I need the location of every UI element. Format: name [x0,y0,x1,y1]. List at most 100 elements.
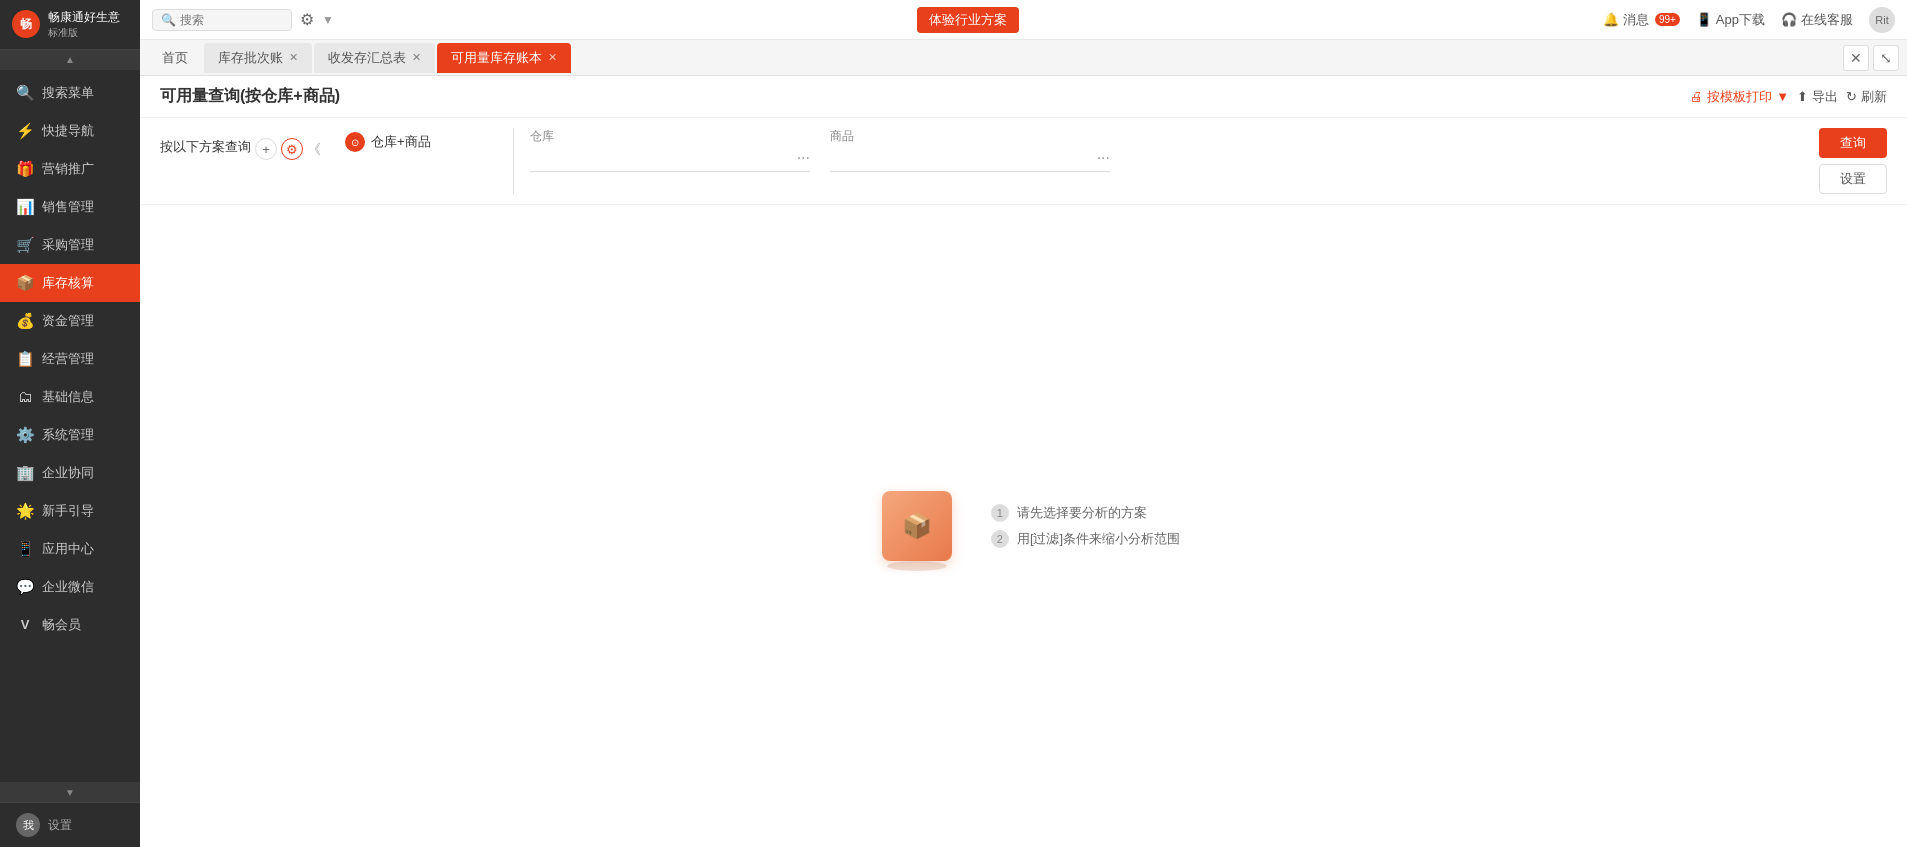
sidebar-item-label: 应用中心 [42,540,94,558]
sidebar-item-label: 畅会员 [42,616,81,634]
topbar-search-box[interactable]: 🔍 [152,9,292,31]
scheme-icon: ⊙ [345,132,365,152]
warehouse-more-btn[interactable]: ··· [797,149,810,167]
tab-home[interactable]: 首页 [148,43,202,73]
content-area: 可用量查询(按仓库+商品) 🖨 按模板打印 ▼ ⬆ 导出 ↻ 刷新 [140,76,1907,847]
empty-face-icon: 📦 [902,512,932,540]
brand-sub: 标准版 [48,26,120,39]
sidebar-scroll-up[interactable]: ▲ [0,50,140,70]
cart-icon: 🛒 [16,236,34,254]
sidebar-item-system[interactable]: ⚙️ 系统管理 [0,416,140,454]
page-title: 可用量查询(按仓库+商品) [160,86,340,107]
product-input[interactable] [830,151,1093,166]
field-product-label: 商品 [830,128,1110,145]
warehouse-input[interactable] [530,151,793,166]
sidebar-item-member[interactable]: V 畅会员 [0,606,140,644]
empty-box: 📦 [882,491,952,561]
sidebar-item-label: 库存核算 [42,274,94,292]
sidebar-item-sales[interactable]: 📊 销售管理 [0,188,140,226]
tab-available[interactable]: 可用量库存账本 ✕ [437,43,571,73]
filter-label: 按以下方案查询 + ⚙ 《 [160,128,321,160]
collapse-filter-btn[interactable]: 《 [307,135,321,159]
gear-icon: ⚙️ [16,426,34,444]
tab-batch[interactable]: 库存批次账 ✕ [204,43,312,73]
tab-available-label: 可用量库存账本 [451,49,542,67]
sidebar-item-label: 搜索菜单 [42,84,94,102]
product-more-btn[interactable]: ··· [1097,149,1110,167]
member-icon: V [16,617,34,632]
page-header-actions: 🖨 按模板打印 ▼ ⬆ 导出 ↻ 刷新 [1690,88,1887,106]
sidebar-item-wechat[interactable]: 💬 企业微信 [0,568,140,606]
tab-batch-label: 库存批次账 [218,49,283,67]
tab-batch-close[interactable]: ✕ [289,51,298,64]
scheme-item-warehouse-product[interactable]: ⊙ 仓库+商品 [337,128,497,156]
search-input[interactable] [180,13,280,27]
online-service-btn[interactable]: 🎧 在线客服 [1781,11,1853,29]
sidebar-item-finance[interactable]: 💰 资金管理 [0,302,140,340]
search-icon: 🔍 [16,84,34,102]
app-download-btn[interactable]: 📱 App下载 [1696,11,1765,29]
dropdown-arrow-icon[interactable]: ▼ [322,13,334,27]
sidebar-item-marketing[interactable]: 🎁 营销推广 [0,150,140,188]
settings-btn[interactable]: 设置 [1819,164,1887,194]
user-profile-btn[interactable]: Rit [1869,7,1895,33]
messages-label: 消息 [1623,11,1649,29]
sidebar-item-purchase[interactable]: 🛒 采购管理 [0,226,140,264]
filter-schemes: ⊙ 仓库+商品 [337,128,497,156]
folder-icon: 🗂 [16,388,34,405]
sidebar-item-search[interactable]: 🔍 搜索菜单 [0,74,140,112]
export-btn[interactable]: ⬆ 导出 [1797,88,1838,106]
field-product-input-wrap: ··· [830,149,1110,172]
template-print-btn[interactable]: 🖨 按模板打印 ▼ [1690,88,1789,106]
industry-btn[interactable]: 体验行业方案 [917,7,1019,33]
sidebar-item-quicknav[interactable]: ⚡ 快捷导航 [0,112,140,150]
maximize-btn[interactable]: ⤡ [1873,45,1899,71]
tab-collection-label: 收发存汇总表 [328,49,406,67]
sidebar-item-label: 企业微信 [42,578,94,596]
field-warehouse-label: 仓库 [530,128,810,145]
sidebar-item-operations[interactable]: 📋 经营管理 [0,340,140,378]
user-avatar: Rit [1869,7,1895,33]
query-btn[interactable]: 查询 [1819,128,1887,158]
empty-state: 📦 1 请先选择要分析的方案 2 用[过滤]条件来缩小分析范围 [140,205,1907,847]
sidebar-item-label: 经营管理 [42,350,94,368]
sidebar-item-label: 采购管理 [42,236,94,254]
sidebar-item-appcenter[interactable]: 📱 应用中心 [0,530,140,568]
sidebar: 畅 畅康通好生意 标准版 ▲ 🔍 搜索菜单 ⚡ 快捷导航 🎁 营销推广 📊 销售… [0,0,140,847]
filter-field-product: 商品 ··· [830,128,1110,172]
tab-collection-close[interactable]: ✕ [412,51,421,64]
tab-home-label: 首页 [162,49,188,67]
refresh-btn[interactable]: ↻ 刷新 [1846,88,1887,106]
quicknav-icon: ⚡ [16,122,34,140]
filter-icons: + ⚙ [255,134,303,160]
empty-hint-2: 2 用[过滤]条件来缩小分析范围 [991,526,1180,552]
sidebar-item-label: 基础信息 [42,388,94,406]
sidebar-item-label: 快捷导航 [42,122,94,140]
scheme-settings-btn[interactable]: ⚙ [281,138,303,160]
search-icon: 🔍 [161,13,176,27]
sidebar-footer[interactable]: 我 设置 [0,802,140,847]
tab-available-close[interactable]: ✕ [548,51,557,64]
topbar-right: 🔔 消息 99+ 📱 App下载 🎧 在线客服 Rit [1603,7,1895,33]
settings-icon[interactable]: ⚙ [300,10,314,29]
tabbar: 首页 库存批次账 ✕ 收发存汇总表 ✕ 可用量库存账本 ✕ ✕ ⤡ [140,40,1907,76]
tab-collection[interactable]: 收发存汇总表 ✕ [314,43,435,73]
empty-hint-1: 1 请先选择要分析的方案 [991,500,1180,526]
sidebar-item-label: 新手引导 [42,502,94,520]
close-all-btn[interactable]: ✕ [1843,45,1869,71]
sidebar-scroll-down[interactable]: ▼ [0,782,140,802]
messages-badge: 99+ [1655,13,1680,26]
online-service-label: 在线客服 [1801,11,1853,29]
filter-field-warehouse: 仓库 ··· [530,128,810,172]
sidebar-item-enterprise[interactable]: 🏢 企业协同 [0,454,140,492]
filter-actions: 查询 设置 [1819,128,1887,194]
empty-shadow [887,561,947,571]
mobile-icon: 📱 [1696,12,1712,27]
messages-btn[interactable]: 🔔 消息 99+ [1603,11,1680,29]
sidebar-item-newguide[interactable]: 🌟 新手引导 [0,492,140,530]
sidebar-item-basic[interactable]: 🗂 基础信息 [0,378,140,416]
add-scheme-btn[interactable]: + [255,138,277,160]
main-area: 🔍 ⚙ ▼ 体验行业方案 🔔 消息 99+ 📱 App下载 🎧 在线客服 Rit [140,0,1907,847]
money-icon: 💰 [16,312,34,330]
sidebar-item-inventory[interactable]: 📦 库存核算 [0,264,140,302]
